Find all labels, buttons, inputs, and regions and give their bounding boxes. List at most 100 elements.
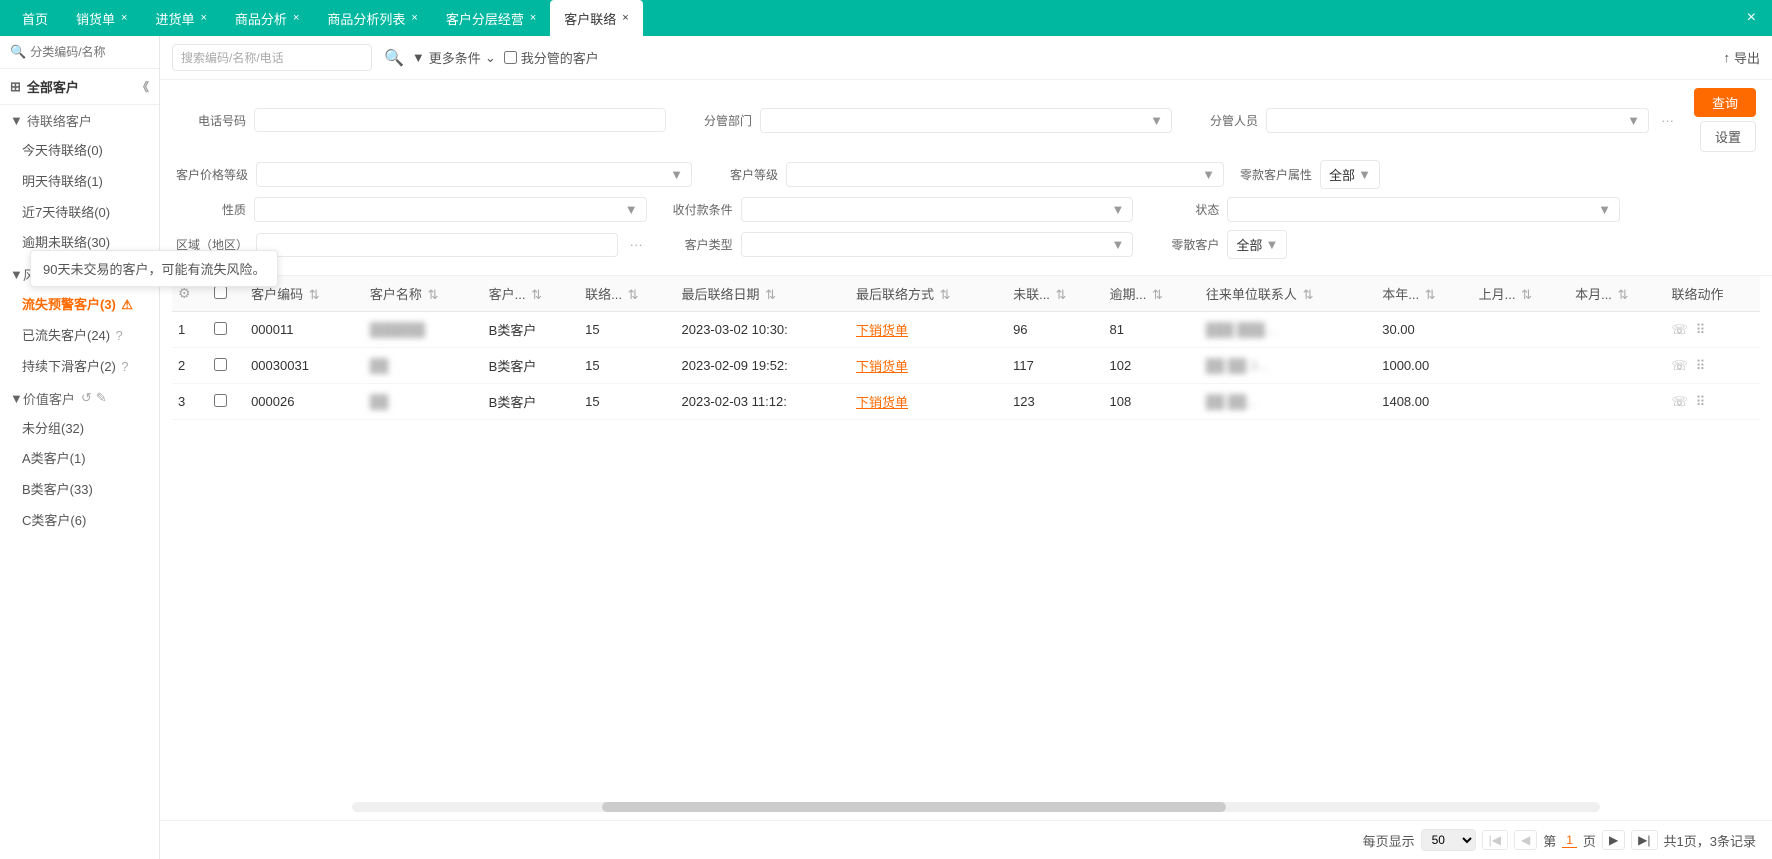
tab-sales-close[interactable]: × [121,12,127,24]
sort-contact-icon[interactable]: ⇅ [628,287,639,302]
td-action-1: ☏ ⠿ [1666,312,1761,348]
tab-purchase[interactable]: 进货单 × [141,0,220,36]
more-conditions-button[interactable]: ▼ 更多条件 ⌄ [412,48,496,67]
sidebar-item-today[interactable]: 今天待联络(0) [0,136,159,167]
filter-region-input[interactable] [256,233,618,257]
table-settings-icon[interactable]: ⚙ [178,285,191,301]
filter-customer-level-field: 客户等级 ▼ [708,162,1224,187]
th-last-month: 上月... ⇅ [1473,276,1569,312]
filter-dept-select[interactable]: ▼ [760,108,1172,133]
filter-dept-label: 分管部门 [682,112,752,129]
last-method-link-2[interactable]: 下销货单 [856,359,908,374]
td-contact-3: 15 [579,384,675,420]
sidebar-collapse-icon[interactable]: 《 [137,78,149,95]
last-page-button[interactable]: ▶| [1631,830,1657,850]
sidebar-all-customers[interactable]: ⊞ 全部客户 《 [0,69,159,105]
contact-action-icon-1[interactable]: ☏ [1672,322,1688,338]
page-size-select[interactable]: 50 100 200 [1421,829,1476,851]
window-close-button[interactable]: × [1739,9,1764,27]
sidebar-search-input[interactable] [30,45,149,59]
tab-customer-contact[interactable]: 客户联络 × [550,0,642,36]
edit-icon[interactable]: ✎ [96,390,107,406]
sidebar-item-churned[interactable]: 已流失客户(24) ? [0,321,159,352]
filter-phone-input[interactable] [254,108,666,132]
sort-code-icon[interactable]: ⇅ [309,287,320,302]
tab-sales[interactable]: 销货单 × [62,0,141,36]
sort-date-icon[interactable]: ⇅ [765,287,776,302]
sort-name-icon[interactable]: ⇅ [428,287,439,302]
tooltip: 90天未交易的客户，可能有流失风险。 [30,250,160,287]
filter-zero-attr-select[interactable]: 全部 ▼ [1320,160,1380,189]
export-button[interactable]: ↑ 导出 [1723,48,1760,67]
th-contacts: 往来单位联系人 ⇅ [1200,276,1376,312]
tab-customer-layer[interactable]: 客户分层经营 × [432,0,550,36]
more-action-icon-1[interactable]: ⠿ [1696,322,1706,338]
last-method-link-3[interactable]: 下销货单 [856,395,908,410]
sidebar-item-churn-warning[interactable]: 流失预警客户(3) ⚠ [0,290,159,321]
filter-nature-select[interactable]: ▼ [254,197,647,222]
sort-contacts-icon[interactable]: ⇅ [1303,287,1314,302]
my-customers-checkbox[interactable] [504,51,517,64]
tab-analysis-list-close[interactable]: × [411,12,417,24]
sidebar-group-pending[interactable]: ▼ 待联络客户 [0,105,159,136]
filter-region-more[interactable]: ··· [626,237,647,252]
prev-page-button[interactable]: ◀ [1514,830,1537,850]
sidebar-item-declining[interactable]: 持续下滑客户(2) ? [0,352,159,383]
sidebar-search-container: 🔍 [0,36,159,69]
sidebar-item-tomorrow[interactable]: 明天待联络(1) [0,167,159,198]
row-checkbox-3[interactable] [214,394,227,407]
sidebar-item-c-class[interactable]: C类客户(6) [0,506,159,537]
td-index-3: 3 [172,384,208,420]
filter-customer-type-select[interactable]: ▼ [741,232,1134,257]
filter-zero-customer-label: 零散客户 [1149,236,1219,253]
search-button[interactable]: 🔍 [384,48,404,68]
td-last-method-1: 下销货单 [850,312,1007,348]
settings-button[interactable]: 设置 [1700,121,1756,152]
tab-home[interactable]: 首页 [8,0,62,36]
sort-year-icon[interactable]: ⇅ [1425,287,1436,302]
tab-analysis-close[interactable]: × [293,12,299,24]
th-contact: 联络... ⇅ [579,276,675,312]
sort-tm-icon[interactable]: ⇅ [1618,287,1629,302]
filter-price-level-select[interactable]: ▼ [256,162,692,187]
sidebar-item-b-class[interactable]: B类客户(33) [0,475,159,506]
sort-overdue-icon[interactable]: ⇅ [1152,287,1163,302]
query-button[interactable]: 查询 [1694,88,1756,117]
more-action-icon-2[interactable]: ⠿ [1696,358,1706,374]
last-method-link-1[interactable]: 下销货单 [856,323,908,338]
filter-manager-select[interactable]: ▼ [1266,108,1649,133]
td-year-2: 1000.00 [1376,348,1472,384]
first-page-button[interactable]: |◀ [1482,830,1508,850]
horizontal-scrollbar[interactable] [352,802,1600,812]
sidebar-item-ungrouped[interactable]: 未分组(32) [0,414,159,445]
action-icons-1: ☏ ⠿ [1672,322,1755,338]
my-customers-checkbox-label[interactable]: 我分管的客户 [504,48,599,67]
row-checkbox-1[interactable] [214,322,227,335]
tab-customer-contact-close[interactable]: × [622,12,628,24]
more-action-icon-3[interactable]: ⠿ [1696,394,1706,410]
sort-lm-icon[interactable]: ⇅ [1521,287,1532,302]
filter-customer-level-select[interactable]: ▼ [786,162,1224,187]
row-checkbox-2[interactable] [214,358,227,371]
filter-status-select[interactable]: ▼ [1227,197,1620,222]
tab-customer-layer-close[interactable]: × [530,12,536,24]
scrollbar-thumb[interactable] [602,802,1226,812]
sidebar-group-value[interactable]: ▼ 价值客户 ↺ ✎ [0,383,159,414]
tab-analysis[interactable]: 商品分析 × [221,0,313,36]
contact-action-icon-3[interactable]: ☏ [1672,394,1688,410]
filter-payment-select[interactable]: ▼ [741,197,1134,222]
sort-unlocked-icon[interactable]: ⇅ [1056,287,1067,302]
next-page-button[interactable]: ▶ [1602,830,1625,850]
filter-more-icon-1[interactable]: ··· [1657,113,1678,128]
contact-action-icon-2[interactable]: ☏ [1672,358,1688,374]
select-all-checkbox[interactable] [214,286,227,299]
chevron-down-icon-nature: ▼ [625,202,638,217]
sidebar-item-a-class[interactable]: A类客户(1) [0,444,159,475]
sort-method-icon[interactable]: ⇅ [940,287,951,302]
tab-analysis-list[interactable]: 商品分析列表 × [313,0,431,36]
filter-zero-customer-select[interactable]: 全部 ▼ [1227,230,1287,259]
refresh-icon[interactable]: ↺ [81,390,92,406]
sort-type-icon[interactable]: ⇅ [531,287,542,302]
tab-purchase-close[interactable]: × [200,12,206,24]
sidebar-item-week[interactable]: 近7天待联络(0) [0,198,159,229]
